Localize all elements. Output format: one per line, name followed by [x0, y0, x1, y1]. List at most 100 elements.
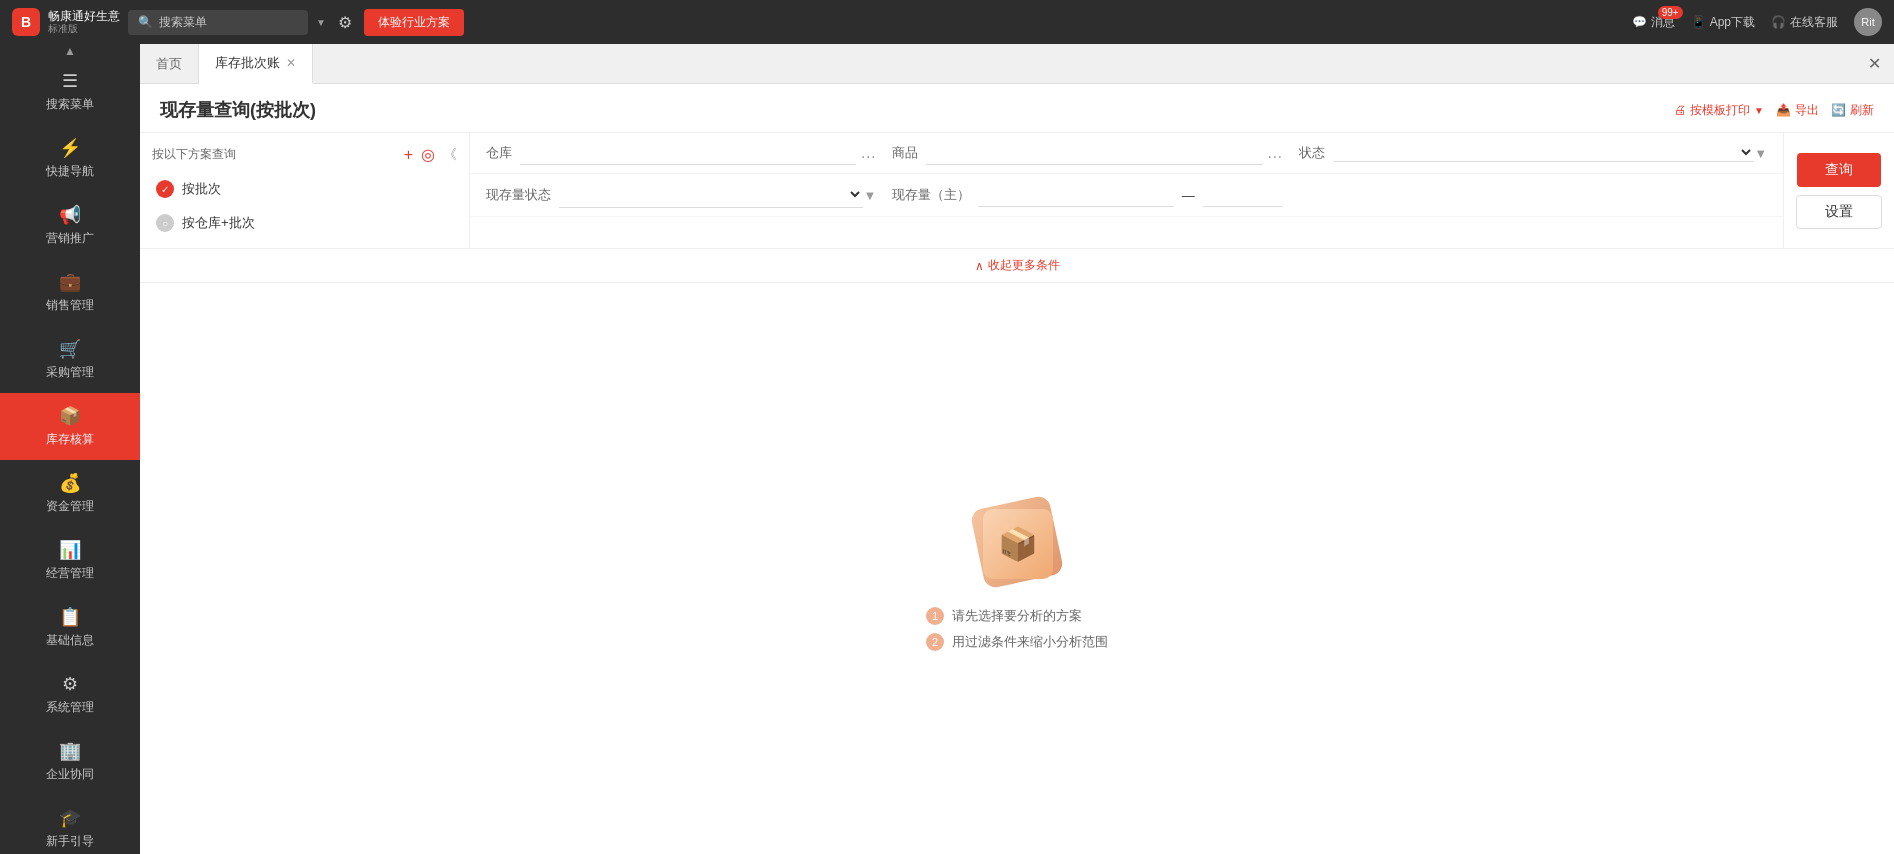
status-dropdown-icon[interactable]: ▼ — [1754, 146, 1767, 161]
basics-icon: 📋 — [59, 606, 81, 628]
customer-service-button[interactable]: 🎧 在线客服 — [1771, 14, 1838, 31]
sidebar-item-purchase[interactable]: 🛒 采购管理 — [0, 326, 140, 393]
app-download-icon: 📱 — [1691, 15, 1706, 29]
sidebar-item-marketing[interactable]: 📢 营销推广 — [0, 192, 140, 259]
app-download-button[interactable]: 📱 App下载 — [1691, 14, 1755, 31]
scheme-item-by-warehouse-batch[interactable]: ○ 按仓库+批次 — [140, 206, 469, 240]
scheme-item-by-batch[interactable]: ✓ 按批次 — [140, 172, 469, 206]
scheme-header: 按以下方案查询 + ◎ 《 — [140, 141, 469, 172]
scheme-settings-icon[interactable]: ◎ — [421, 145, 435, 164]
purchase-icon: 🛒 — [59, 338, 81, 360]
sidebar-item-sales[interactable]: 💼 销售管理 — [0, 259, 140, 326]
status-filter: 状态 ▼ — [1299, 144, 1767, 162]
filter-panel: 按以下方案查询 + ◎ 《 ✓ 按批次 ○ — [140, 133, 1894, 283]
inventory-status-select[interactable] — [559, 186, 863, 203]
tab-home-label: 首页 — [156, 55, 182, 73]
tab-bar: 首页 库存批次账 ✕ ✕ — [140, 44, 1894, 84]
status-select-wrapper — [1333, 144, 1755, 162]
app-download-label: App下载 — [1710, 14, 1755, 31]
sidebar-label-quick-nav: 快捷导航 — [46, 163, 94, 180]
inventory-status-dropdown-icon[interactable]: ▼ — [863, 188, 876, 203]
sidebar-label-enterprise: 企业协同 — [46, 766, 94, 783]
tab-inventory-batch[interactable]: 库存批次账 ✕ — [199, 44, 313, 84]
scheme-label-by-warehouse-batch: 按仓库+批次 — [182, 214, 255, 232]
top-bar: B 畅康通好生意 标准版 🔍 搜索菜单 ▼ ⚙ 体验行业方案 💬 消息 99+ … — [0, 0, 1894, 44]
quick-nav-icon: ⚡ — [59, 137, 81, 159]
trial-button[interactable]: 体验行业方案 — [364, 9, 464, 36]
product-label: 商品 — [892, 144, 918, 162]
scheme-add-icon[interactable]: + — [404, 146, 413, 164]
sales-icon: 💼 — [59, 271, 81, 293]
top-right-actions: 💬 消息 99+ 📱 App下载 🎧 在线客服 Rit — [1632, 8, 1882, 36]
page-title: 现存量查询(按批次) — [160, 98, 316, 122]
export-button[interactable]: 📤 导出 — [1776, 102, 1819, 119]
tip-1-text: 请先选择要分析的方案 — [952, 607, 1082, 625]
print-icon: 🖨 — [1674, 103, 1686, 117]
query-button[interactable]: 查询 — [1797, 153, 1881, 187]
sidebar-item-newbie[interactable]: 🎓 新手引导 — [0, 795, 140, 854]
inventory-status-dropdown — [559, 182, 863, 208]
product-input[interactable] — [926, 141, 1262, 165]
scheme-title: 按以下方案查询 — [152, 146, 236, 163]
refresh-label: 刷新 — [1850, 102, 1874, 119]
search-icon: 🔍 — [138, 15, 153, 29]
inventory-qty-to[interactable] — [1203, 183, 1283, 207]
scheme-panel: 按以下方案查询 + ◎ 《 ✓ 按批次 ○ — [140, 133, 470, 248]
sidebar-scroll-up[interactable]: ▲ — [0, 44, 140, 58]
collapse-more-button[interactable]: ∧ 收起更多条件 — [140, 249, 1894, 282]
inventory-qty-filter: 现存量（主） — — [892, 183, 1282, 207]
warehouse-more-icon[interactable]: … — [860, 144, 876, 162]
system-icon: ⚙ — [62, 673, 78, 695]
tip-2-text: 用过滤条件来缩小分析范围 — [952, 633, 1108, 651]
scheme-actions: + ◎ 《 — [404, 145, 457, 164]
inventory-status-label: 现存量状态 — [486, 186, 551, 204]
scheme-collapse-icon[interactable]: 《 — [443, 146, 457, 164]
filter-actions: 查询 设置 — [1783, 133, 1894, 248]
sidebar-item-basics[interactable]: 📋 基础信息 — [0, 594, 140, 661]
print-dropdown-icon[interactable]: ▼ — [1754, 105, 1764, 116]
customer-service-icon: 🎧 — [1771, 15, 1786, 29]
inventory-qty-label: 现存量（主） — [892, 186, 970, 204]
sidebar-label-marketing: 营销推广 — [46, 230, 94, 247]
search-dropdown-arrow[interactable]: ▼ — [316, 17, 326, 28]
sidebar-item-system[interactable]: ⚙ 系统管理 — [0, 661, 140, 728]
empty-state: 📦 1 请先选择要分析的方案 2 用过滤条件来缩小分析范围 — [140, 283, 1894, 854]
refresh-icon: 🔄 — [1831, 103, 1846, 117]
status-select[interactable] — [1333, 144, 1755, 161]
sidebar-label-finance: 资金管理 — [46, 498, 94, 515]
sidebar-item-enterprise[interactable]: 🏢 企业协同 — [0, 728, 140, 795]
search-menu-icon: ☰ — [62, 70, 78, 92]
filter-settings-button[interactable]: 设置 — [1796, 195, 1882, 229]
sidebar-item-quick-nav[interactable]: ⚡ 快捷导航 — [0, 125, 140, 192]
sidebar-label-newbie: 新手引导 — [46, 833, 94, 850]
refresh-button[interactable]: 🔄 刷新 — [1831, 102, 1874, 119]
print-button[interactable]: 🖨 按模板打印 ▼ — [1674, 102, 1764, 119]
empty-illustration: 📦 — [967, 487, 1067, 587]
filter-fields: 仓库 … 商品 … 状态 — [470, 133, 1783, 248]
top-settings-icon[interactable]: ⚙ — [334, 9, 356, 36]
sidebar-label-search: 搜索菜单 — [46, 96, 94, 113]
message-button[interactable]: 💬 消息 99+ — [1632, 14, 1675, 31]
filter-row-main: 按以下方案查询 + ◎ 《 ✓ 按批次 ○ — [140, 133, 1894, 249]
avatar[interactable]: Rit — [1854, 8, 1882, 36]
sidebar-item-inventory[interactable]: 📦 库存核算 — [0, 393, 140, 460]
tab-home[interactable]: 首页 — [140, 44, 199, 84]
inventory-qty-from[interactable] — [978, 183, 1173, 207]
sidebar-item-search[interactable]: ☰ 搜索菜单 — [0, 58, 140, 125]
sidebar-label-operations: 经营管理 — [46, 565, 94, 582]
tab-panel-close-button[interactable]: ✕ — [1854, 44, 1894, 84]
sidebar-label-basics: 基础信息 — [46, 632, 94, 649]
collapse-chevron-up-icon: ∧ — [975, 259, 984, 273]
sidebar-item-finance[interactable]: 💰 资金管理 — [0, 460, 140, 527]
sidebar-item-operations[interactable]: 📊 经营管理 — [0, 527, 140, 594]
warehouse-input[interactable] — [520, 141, 856, 165]
status-label: 状态 — [1299, 144, 1325, 162]
tab-close-icon[interactable]: ✕ — [286, 56, 296, 70]
page-actions: 🖨 按模板打印 ▼ 📤 导出 🔄 刷新 — [1674, 102, 1874, 119]
customer-service-label: 在线客服 — [1790, 14, 1838, 31]
search-bar[interactable]: 🔍 搜索菜单 — [128, 10, 308, 35]
product-more-icon[interactable]: … — [1267, 144, 1283, 162]
newbie-icon: 🎓 — [59, 807, 81, 829]
inventory-icon: 📦 — [59, 405, 81, 427]
sidebar-label-system: 系统管理 — [46, 699, 94, 716]
